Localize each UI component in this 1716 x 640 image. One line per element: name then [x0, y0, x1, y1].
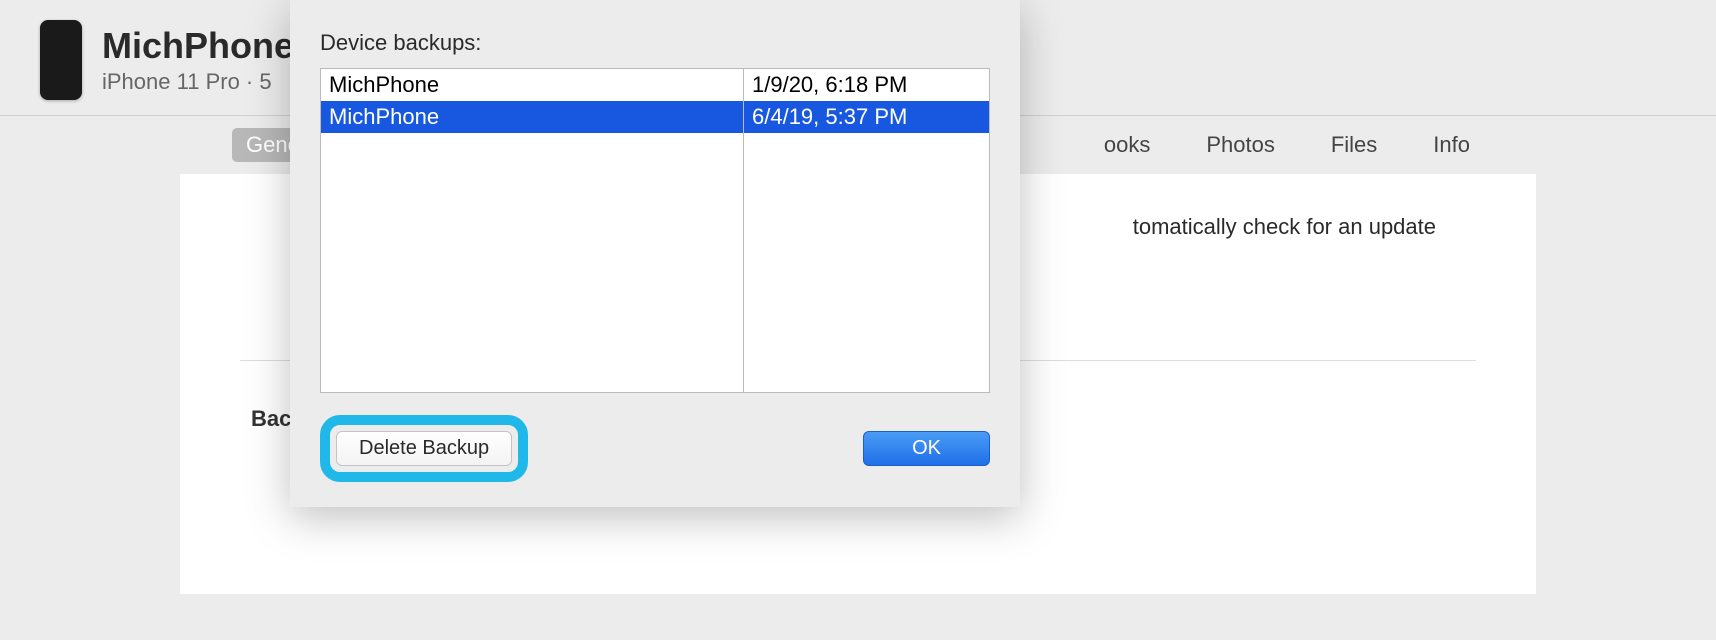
- device-subtitle: iPhone 11 Pro · 5: [102, 69, 294, 95]
- backup-table: MichPhone 1/9/20, 6:18 PM MichPhone 6/4/…: [320, 68, 990, 393]
- table-empty-area: [321, 133, 989, 392]
- device-name: MichPhone: [102, 25, 294, 67]
- backup-date-cell: 1/9/20, 6:18 PM: [744, 69, 989, 101]
- device-info: MichPhone iPhone 11 Pro · 5: [102, 25, 294, 95]
- tab-info[interactable]: Info: [1419, 128, 1484, 162]
- tab-photos[interactable]: Photos: [1192, 128, 1289, 162]
- tab-files[interactable]: Files: [1317, 128, 1391, 162]
- device-backups-modal: Device backups: MichPhone 1/9/20, 6:18 P…: [290, 0, 1020, 507]
- tab-books[interactable]: ooks: [1090, 128, 1164, 162]
- modal-button-row: Delete Backup OK: [320, 415, 990, 482]
- backup-name-cell: MichPhone: [321, 101, 744, 133]
- table-row[interactable]: MichPhone 1/9/20, 6:18 PM: [321, 69, 989, 101]
- delete-backup-button[interactable]: Delete Backup: [336, 431, 512, 466]
- highlight-annotation: Delete Backup: [320, 415, 528, 482]
- iphone-icon: [40, 20, 82, 100]
- table-row[interactable]: MichPhone 6/4/19, 5:37 PM: [321, 101, 989, 133]
- ok-button[interactable]: OK: [863, 431, 990, 466]
- backup-name-cell: MichPhone: [321, 69, 744, 101]
- backup-date-cell: 6/4/19, 5:37 PM: [744, 101, 989, 133]
- modal-title: Device backups:: [320, 30, 990, 56]
